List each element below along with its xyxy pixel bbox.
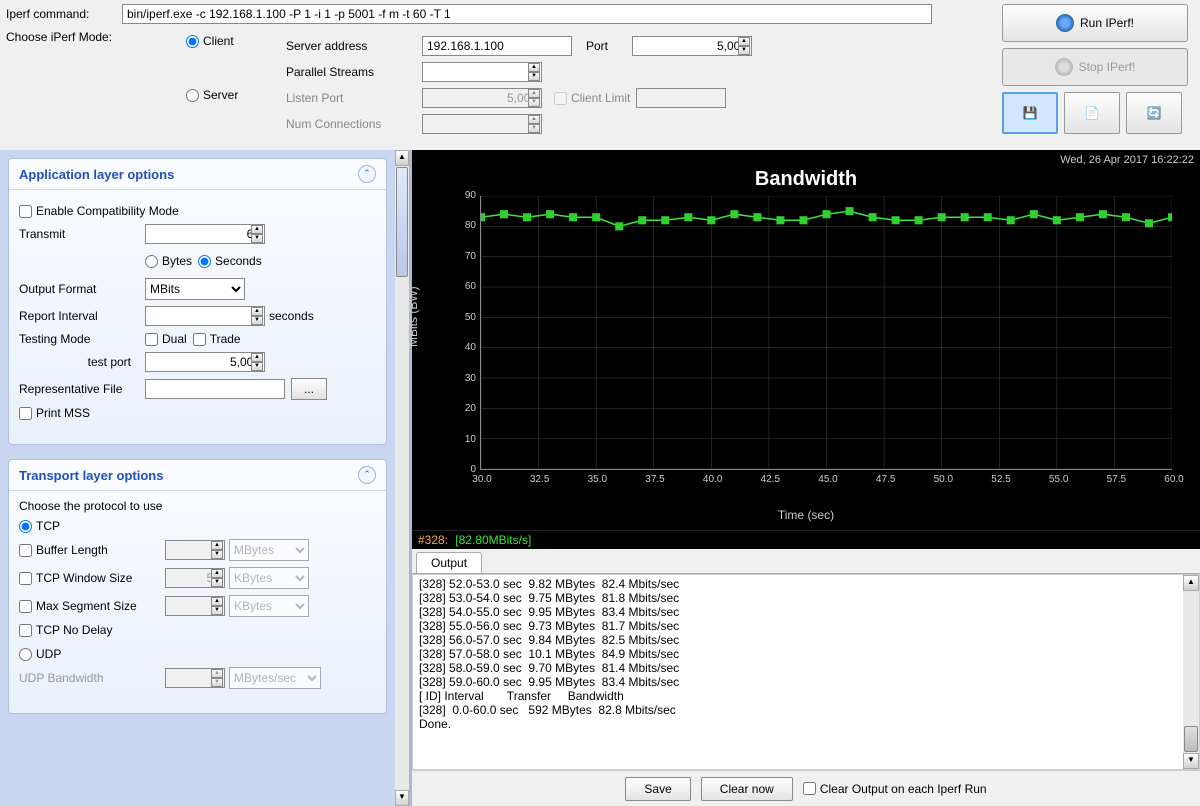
stop-button: Stop IPerf!: [1002, 48, 1188, 86]
mode-label: Choose iPerf Mode:: [6, 30, 186, 44]
choose-protocol-label: Choose the protocol to use: [19, 499, 376, 513]
output-format-select[interactable]: MBits: [145, 278, 245, 300]
output-tab[interactable]: Output: [416, 552, 482, 573]
test-port-label: test port: [19, 355, 139, 369]
stop-label: Stop IPerf!: [1079, 60, 1136, 74]
trans-panel-title: Transport layer options: [19, 468, 163, 483]
run-label: Run IPerf!: [1080, 16, 1134, 30]
client-limit-input: [636, 88, 726, 108]
port-up[interactable]: ▲: [738, 37, 750, 46]
browse-button[interactable]: ...: [291, 378, 327, 400]
compat-check[interactable]: [19, 205, 32, 218]
bandwidth-chart: Wed, 26 Apr 2017 16:22:22 Bandwidth MBit…: [412, 150, 1200, 530]
client-limit-label: Client Limit: [571, 91, 630, 105]
udp-radio[interactable]: [19, 648, 32, 661]
floppy-icon: 💾: [1023, 106, 1038, 120]
dual-check[interactable]: [145, 333, 158, 346]
left-scrollbar[interactable]: ▲▼: [395, 150, 409, 806]
refresh-icon-button[interactable]: 🔄: [1126, 92, 1182, 134]
udp-bw-label: UDP Bandwidth: [19, 671, 159, 685]
report-icon-button[interactable]: 📄: [1064, 92, 1120, 134]
tcp-radio[interactable]: [19, 520, 32, 533]
clear-button[interactable]: Clear now: [701, 777, 793, 801]
test-port-input[interactable]: [145, 352, 265, 372]
winsize-check[interactable]: [19, 572, 32, 585]
num-conn-label: Num Connections: [286, 117, 416, 131]
server-addr-label: Server address: [286, 39, 416, 53]
num-conn-input: [422, 114, 542, 134]
command-label: Iperf command:: [6, 7, 116, 21]
parallel-up[interactable]: ▲: [528, 63, 540, 72]
mode-server-radio[interactable]: [186, 89, 199, 102]
app-panel-collapse[interactable]: ⌃: [358, 165, 376, 183]
rep-file-label: Representative File: [19, 382, 139, 396]
print-mss-check[interactable]: [19, 407, 32, 420]
maxseg-check[interactable]: [19, 600, 32, 613]
port-down[interactable]: ▼: [738, 46, 750, 55]
transmit-up[interactable]: ▲: [251, 225, 263, 234]
status-line: #328: [82.80MBits/s]: [412, 530, 1200, 549]
page-icon: 📄: [1085, 106, 1100, 120]
chart-ylabel: MBits (BW): [406, 286, 420, 347]
seconds-suffix: seconds: [269, 309, 314, 323]
mode-server-label: Server: [203, 88, 238, 102]
chart-timestamp: Wed, 26 Apr 2017 16:22:22: [1060, 154, 1194, 166]
run-icon: [1056, 14, 1074, 32]
maxseg-unit: KBytes: [229, 595, 309, 617]
buflen-unit: MBytes: [229, 539, 309, 561]
save-button[interactable]: Save: [625, 777, 690, 801]
port-label: Port: [586, 39, 626, 53]
compat-label: Enable Compatibility Mode: [36, 204, 179, 218]
output-scrollbar[interactable]: ▲▼: [1183, 575, 1199, 769]
trans-panel-collapse[interactable]: ⌃: [358, 466, 376, 484]
parallel-input[interactable]: [422, 62, 542, 82]
server-addr-input[interactable]: [422, 36, 572, 56]
transmit-down[interactable]: ▼: [251, 234, 263, 243]
save-icon-button[interactable]: 💾: [1002, 92, 1058, 134]
port-input[interactable]: [632, 36, 752, 56]
mode-client-radio[interactable]: [186, 35, 199, 48]
seconds-radio[interactable]: [198, 255, 211, 268]
stop-icon: [1055, 58, 1073, 76]
run-button[interactable]: Run IPerf!: [1002, 4, 1188, 42]
app-panel-title: Application layer options: [19, 167, 174, 182]
bytes-radio[interactable]: [145, 255, 158, 268]
output-format-label: Output Format: [19, 282, 139, 296]
transmit-label: Transmit: [19, 227, 139, 241]
mode-client-label: Client: [203, 34, 234, 48]
transmit-input[interactable]: [145, 224, 265, 244]
refresh-icon: 🔄: [1147, 106, 1162, 120]
report-interval-label: Report Interval: [19, 309, 139, 323]
report-interval-input[interactable]: [145, 306, 265, 326]
rep-file-input[interactable]: [145, 379, 285, 399]
client-limit-check: [554, 92, 567, 105]
buflen-check[interactable]: [19, 544, 32, 557]
winsize-unit: KBytes: [229, 567, 309, 589]
nodelay-check[interactable]: [19, 624, 32, 637]
output-text: [328] 52.0-53.0 sec 9.82 MBytes 82.4 Mbi…: [412, 574, 1200, 770]
parallel-label: Parallel Streams: [286, 65, 416, 79]
chart-xlabel: Time (sec): [778, 508, 834, 522]
parallel-down[interactable]: ▼: [528, 72, 540, 81]
command-input[interactable]: [122, 4, 932, 24]
clear-on-run-check[interactable]: [803, 782, 816, 795]
trade-check[interactable]: [193, 333, 206, 346]
udp-bw-unit: MBytes/sec: [229, 667, 321, 689]
listen-port-label: Listen Port: [286, 91, 416, 105]
listen-port-input: [422, 88, 542, 108]
testing-mode-label: Testing Mode: [19, 332, 139, 346]
